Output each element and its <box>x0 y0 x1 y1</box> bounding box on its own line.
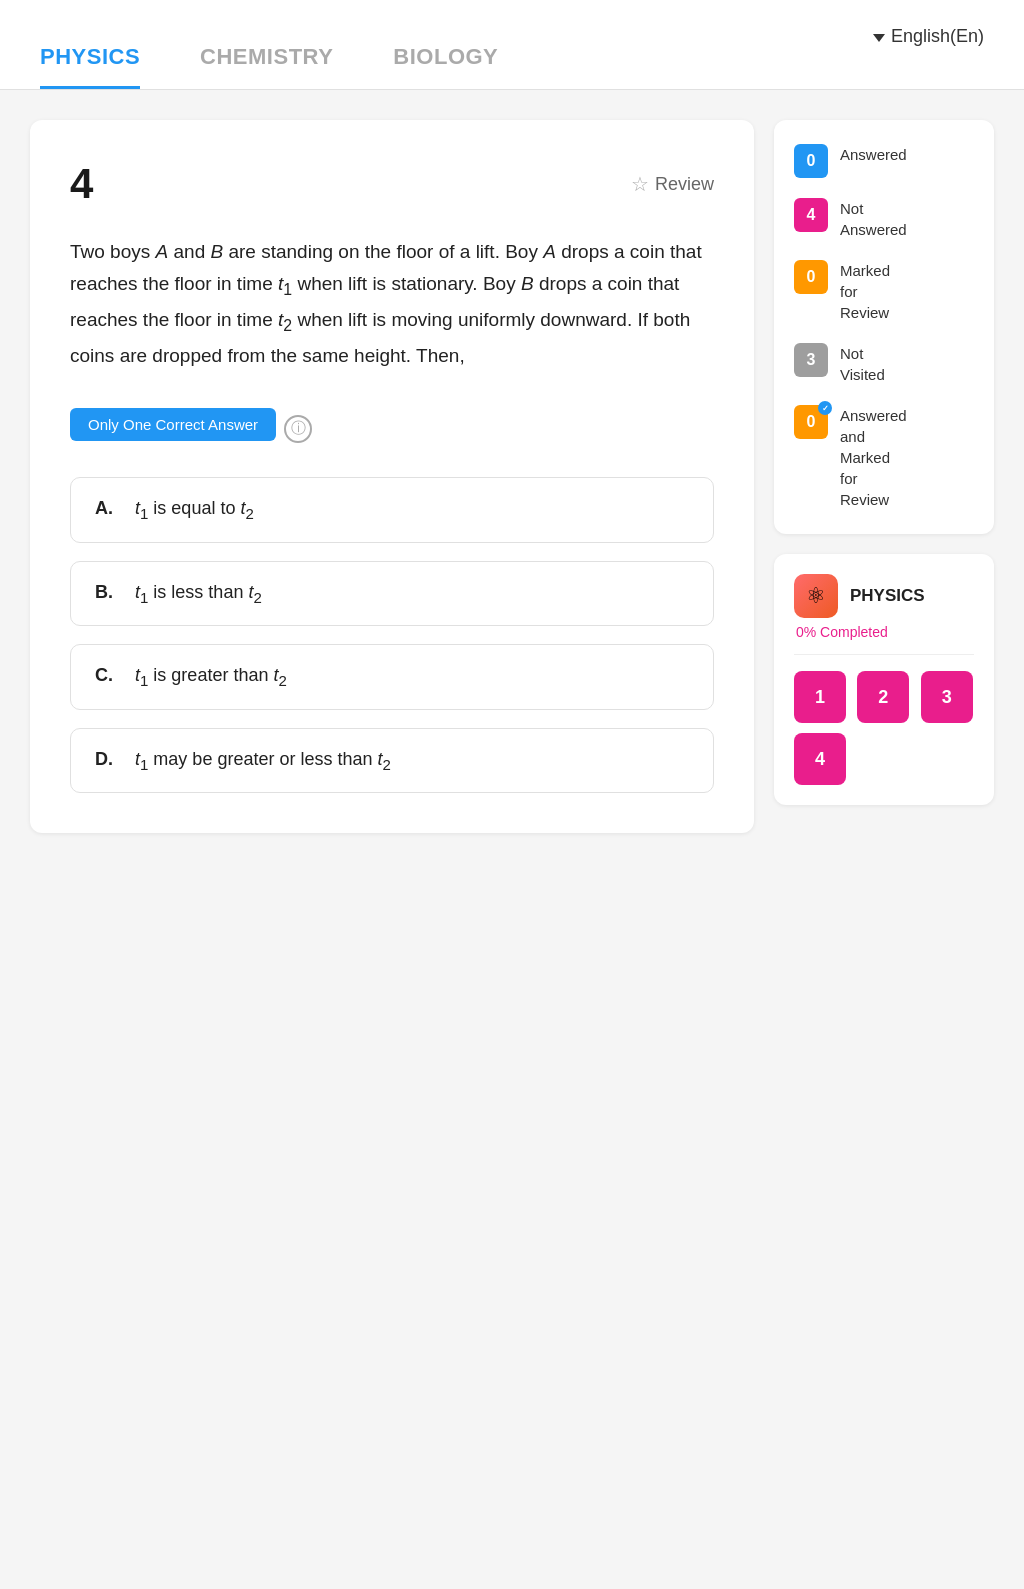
option-a-text: t1 is equal to t2 <box>135 498 689 522</box>
divider <box>794 654 974 655</box>
option-c-text: t1 is greater than t2 <box>135 665 689 689</box>
answered-badge: 0 <box>794 144 828 178</box>
answered-marked-label: AnsweredandMarkedforReview <box>840 405 907 510</box>
status-not-answered: 4 NotAnswered <box>794 198 974 240</box>
tab-chemistry[interactable]: CHEMISTRY <box>200 44 333 89</box>
not-visited-badge: 3 <box>794 343 828 377</box>
marked-badge: 0 <box>794 260 828 294</box>
question-panel: 4 ☆ Review Two boys A and B are standing… <box>30 120 754 833</box>
language-selector[interactable]: English(En) <box>873 26 984 63</box>
option-d[interactable]: D. t1 may be greater or less than t2 <box>70 728 714 794</box>
question-text: Two boys A and B are standing on the flo… <box>70 236 714 372</box>
tab-physics[interactable]: PHYSICS <box>40 44 140 89</box>
question-number: 4 <box>70 160 93 208</box>
question-num-4[interactable]: 4 <box>794 733 846 785</box>
review-button[interactable]: ☆ Review <box>631 172 714 196</box>
status-card: 0 Answered 4 NotAnswered 0 MarkedforRevi… <box>774 120 994 534</box>
subject-card: ⚛ PHYSICS 0% Completed 1 2 3 4 <box>774 554 994 805</box>
question-num-3[interactable]: 3 <box>921 671 973 723</box>
option-a[interactable]: A. t1 is equal to t2 <box>70 477 714 543</box>
answered-label: Answered <box>840 144 907 165</box>
chevron-down-icon <box>873 34 885 42</box>
subject-header: ⚛ PHYSICS <box>794 574 974 618</box>
question-num-1[interactable]: 1 <box>794 671 846 723</box>
answered-marked-badge: 0 ✓ <box>794 405 828 439</box>
options-list: A. t1 is equal to t2 B. t1 is less than … <box>70 477 714 793</box>
option-d-text: t1 may be greater or less than t2 <box>135 749 689 773</box>
not-answered-badge: 4 <box>794 198 828 232</box>
option-c-label: C. <box>95 665 119 686</box>
subject-progress: 0% Completed <box>794 624 974 640</box>
question-grid: 1 2 3 4 <box>794 671 974 785</box>
subject-name: PHYSICS <box>850 586 925 606</box>
sidebar: 0 Answered 4 NotAnswered 0 MarkedforRevi… <box>774 120 994 833</box>
tab-bar: PHYSICS CHEMISTRY BIOLOGY <box>40 0 498 89</box>
option-b-label: B. <box>95 582 119 603</box>
not-visited-label: NotVisited <box>840 343 885 385</box>
status-answered: 0 Answered <box>794 144 974 178</box>
option-b-text: t1 is less than t2 <box>135 582 689 606</box>
marked-label: MarkedforReview <box>840 260 890 323</box>
badge-row: Only One Correct Answer ⓘ <box>70 408 714 449</box>
option-b[interactable]: B. t1 is less than t2 <box>70 561 714 627</box>
option-a-label: A. <box>95 498 119 519</box>
status-not-visited: 3 NotVisited <box>794 343 974 385</box>
option-d-label: D. <box>95 749 119 770</box>
check-mark-icon: ✓ <box>818 401 832 415</box>
main-content: 4 ☆ Review Two boys A and B are standing… <box>0 90 1024 863</box>
info-icon[interactable]: ⓘ <box>284 415 312 443</box>
question-header: 4 ☆ Review <box>70 160 714 208</box>
subject-icon: ⚛ <box>794 574 838 618</box>
option-c[interactable]: C. t1 is greater than t2 <box>70 644 714 710</box>
status-marked: 0 MarkedforReview <box>794 260 974 323</box>
answer-type-badge[interactable]: Only One Correct Answer <box>70 408 276 441</box>
not-answered-label: NotAnswered <box>840 198 907 240</box>
tab-biology[interactable]: BIOLOGY <box>393 44 498 89</box>
star-icon: ☆ <box>631 172 649 196</box>
header: PHYSICS CHEMISTRY BIOLOGY English(En) <box>0 0 1024 90</box>
status-answered-marked: 0 ✓ AnsweredandMarkedforReview <box>794 405 974 510</box>
question-num-2[interactable]: 2 <box>857 671 909 723</box>
